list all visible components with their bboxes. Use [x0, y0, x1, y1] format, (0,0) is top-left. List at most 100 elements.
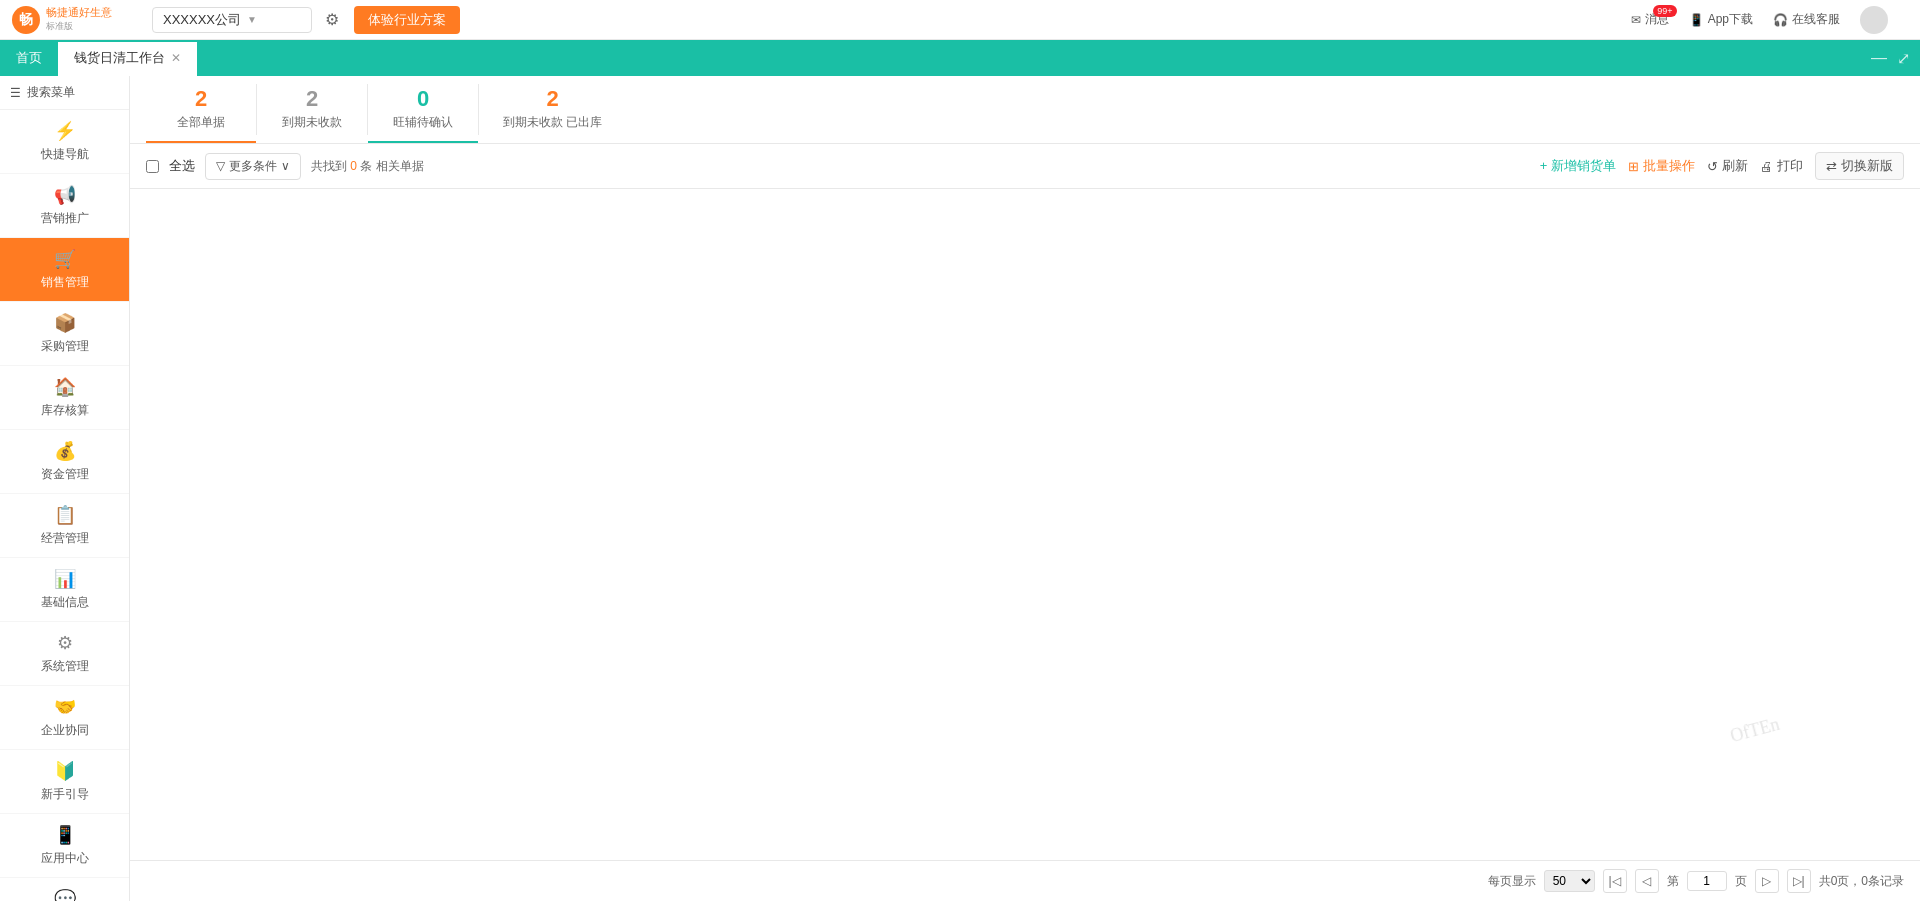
- total-info: 共0页，0条记录: [1819, 873, 1904, 890]
- stats-overdue-label: 到期未收款: [282, 114, 342, 131]
- logo-text: 畅捷通好生意: [46, 6, 112, 19]
- switch-icon: ⇄: [1826, 159, 1837, 174]
- chat-icon: 💬: [54, 888, 76, 901]
- avatar[interactable]: [1860, 6, 1888, 34]
- clipboard-icon: 📋: [54, 504, 76, 526]
- sidebar-item-guide[interactable]: 🔰 新手引导: [0, 750, 129, 814]
- message-badge: 99+: [1653, 5, 1676, 17]
- sidebar-item-wechat[interactable]: 💬 企业微信: [0, 878, 129, 901]
- sidebar-item-finance[interactable]: 💰 资金管理: [0, 430, 129, 494]
- company-name: XXXXXX公司: [163, 11, 241, 29]
- refresh-icon: ↺: [1707, 159, 1718, 174]
- sidebar-item-system[interactable]: ⚙ 系统管理: [0, 622, 129, 686]
- last-page-button[interactable]: ▷|: [1787, 869, 1811, 893]
- logo-tag: 标准版: [46, 20, 112, 33]
- stats-pending-number: 0: [417, 86, 429, 112]
- sidebar-item-search[interactable]: ☰ 搜索菜单: [0, 76, 129, 110]
- stats-overdue-number: 2: [306, 86, 318, 112]
- online-service-button[interactable]: 🎧 在线客服: [1773, 11, 1840, 28]
- batch-operation-button[interactable]: ⊞ 批量操作: [1628, 157, 1695, 175]
- sidebar-item-marketing[interactable]: 📢 营销推广: [0, 174, 129, 238]
- handshake-icon: 🤝: [54, 696, 76, 718]
- nav-tabs: 首页 钱货日清工作台 ✕ — ⤢: [0, 40, 1920, 76]
- tab-close-icon[interactable]: ✕: [171, 51, 181, 65]
- message-button[interactable]: ✉ 消息 99+: [1631, 11, 1669, 28]
- toolbar-right: + 新增销货单 ⊞ 批量操作 ↺ 刷新 🖨 打印 ⇄ 切换新版: [1540, 152, 1904, 180]
- shield-icon: 🔰: [54, 760, 76, 782]
- company-selector[interactable]: XXXXXX公司 ▼: [152, 7, 312, 33]
- cart-icon: 🛒: [54, 248, 76, 270]
- sidebar: ☰ 搜索菜单 ⚡ 快捷导航 📢 营销推广 🛒 销售管理 📦 采购管理 🏠 库存核…: [0, 76, 130, 901]
- stats-all-label: 全部单据: [177, 114, 225, 131]
- stats-pending-label: 旺辅待确认: [393, 114, 453, 131]
- current-page-input[interactable]: [1687, 871, 1727, 891]
- stats-tab-overdue[interactable]: 2 到期未收款: [257, 76, 367, 143]
- logo-area: 畅 畅捷通好生意 标准版: [12, 6, 142, 34]
- filter-icon: ▽: [216, 159, 225, 173]
- home-icon: 🏠: [54, 376, 76, 398]
- sidebar-item-sales[interactable]: 🛒 销售管理: [0, 238, 129, 302]
- try-industry-button[interactable]: 体验行业方案: [354, 6, 460, 34]
- batch-icon: ⊞: [1628, 159, 1639, 174]
- found-text: 共找到 0 条 相关单据: [311, 158, 424, 175]
- first-page-button[interactable]: |◁: [1603, 869, 1627, 893]
- top-header: 畅 畅捷通好生意 标准版 XXXXXX公司 ▼ ⚙ 体验行业方案 ✉ 消息 99…: [0, 0, 1920, 40]
- settings-button[interactable]: ⚙: [318, 6, 346, 34]
- pagination: 每页显示 50 100 200 |◁ ◁ 第 页 ▷ ▷| 共0页，0条记录: [130, 860, 1920, 901]
- sidebar-item-operations[interactable]: 📋 经营管理: [0, 494, 129, 558]
- stats-tab-pending[interactable]: 0 旺辅待确认: [368, 76, 478, 143]
- filter-chevron-icon: ∨: [281, 159, 290, 173]
- add-order-button[interactable]: + 新增销货单: [1540, 157, 1616, 175]
- nav-tab-actions: — ⤢: [1871, 49, 1920, 68]
- empty-state: [130, 189, 1920, 860]
- mobile-icon: 📱: [54, 824, 76, 846]
- content-area: 2 全部单据 2 到期未收款 0 旺辅待确认 2 到期未收款 已出库 全选: [130, 76, 1920, 901]
- headset-icon: 🎧: [1773, 13, 1788, 27]
- select-all-checkbox[interactable]: [146, 160, 159, 173]
- next-page-button[interactable]: ▷: [1755, 869, 1779, 893]
- stats-tabs: 2 全部单据 2 到期未收款 0 旺辅待确认 2 到期未收款 已出库: [130, 76, 1920, 144]
- megaphone-icon: 📢: [54, 184, 76, 206]
- money-icon: 💰: [54, 440, 76, 462]
- main-layout: ☰ 搜索菜单 ⚡ 快捷导航 📢 营销推广 🛒 销售管理 📦 采购管理 🏠 库存核…: [0, 76, 1920, 901]
- app-icon: 📱: [1689, 13, 1704, 27]
- stats-tab-shipped[interactable]: 2 到期未收款 已出库: [479, 76, 626, 143]
- expand-button[interactable]: ⤢: [1897, 49, 1910, 68]
- per-page-select[interactable]: 50 100 200: [1544, 870, 1595, 892]
- message-icon: ✉: [1631, 13, 1641, 27]
- select-all-label: 全选: [169, 157, 195, 175]
- stats-tab-all[interactable]: 2 全部单据: [146, 76, 256, 143]
- table-area: [130, 189, 1920, 860]
- page-label-end: 页: [1735, 873, 1747, 890]
- gear-icon: ⚙: [57, 632, 73, 654]
- tab-qianhuoriqing[interactable]: 钱货日清工作台 ✕: [58, 40, 197, 76]
- logo-icon: 畅: [12, 6, 40, 34]
- refresh-button[interactable]: ↺ 刷新: [1707, 157, 1748, 175]
- per-page-label: 每页显示: [1488, 873, 1536, 890]
- stats-all-number: 2: [195, 86, 207, 112]
- print-icon: 🖨: [1760, 159, 1773, 174]
- sidebar-item-quicknav[interactable]: ⚡ 快捷导航: [0, 110, 129, 174]
- chart-icon: 📊: [54, 568, 76, 590]
- minimize-button[interactable]: —: [1871, 49, 1887, 67]
- toolbar: 全选 ▽ 更多条件 ∨ 共找到 0 条 相关单据 + 新增销货单 ⊞ 批量操作 …: [130, 144, 1920, 189]
- sidebar-item-basic-info[interactable]: 📊 基础信息: [0, 558, 129, 622]
- stats-shipped-label: 到期未收款 已出库: [503, 114, 602, 131]
- filter-button[interactable]: ▽ 更多条件 ∨: [205, 153, 301, 180]
- sidebar-item-inventory[interactable]: 🏠 库存核算: [0, 366, 129, 430]
- page-label: 第: [1667, 873, 1679, 890]
- box-icon: 📦: [54, 312, 76, 334]
- app-download-button[interactable]: 📱 App下载: [1689, 11, 1753, 28]
- sidebar-item-purchase[interactable]: 📦 采购管理: [0, 302, 129, 366]
- print-button[interactable]: 🖨 打印: [1760, 157, 1803, 175]
- flash-icon: ⚡: [54, 120, 76, 142]
- tab-home[interactable]: 首页: [0, 40, 58, 76]
- header-right: ✉ 消息 99+ 📱 App下载 🎧 在线客服: [1631, 6, 1908, 34]
- switch-version-button[interactable]: ⇄ 切换新版: [1815, 152, 1904, 180]
- prev-page-button[interactable]: ◁: [1635, 869, 1659, 893]
- sidebar-item-enterprise[interactable]: 🤝 企业协同: [0, 686, 129, 750]
- sidebar-item-apps[interactable]: 📱 应用中心: [0, 814, 129, 878]
- search-menu-icon: ☰: [10, 86, 21, 100]
- stats-shipped-number: 2: [547, 86, 559, 112]
- found-count: 0: [350, 159, 357, 173]
